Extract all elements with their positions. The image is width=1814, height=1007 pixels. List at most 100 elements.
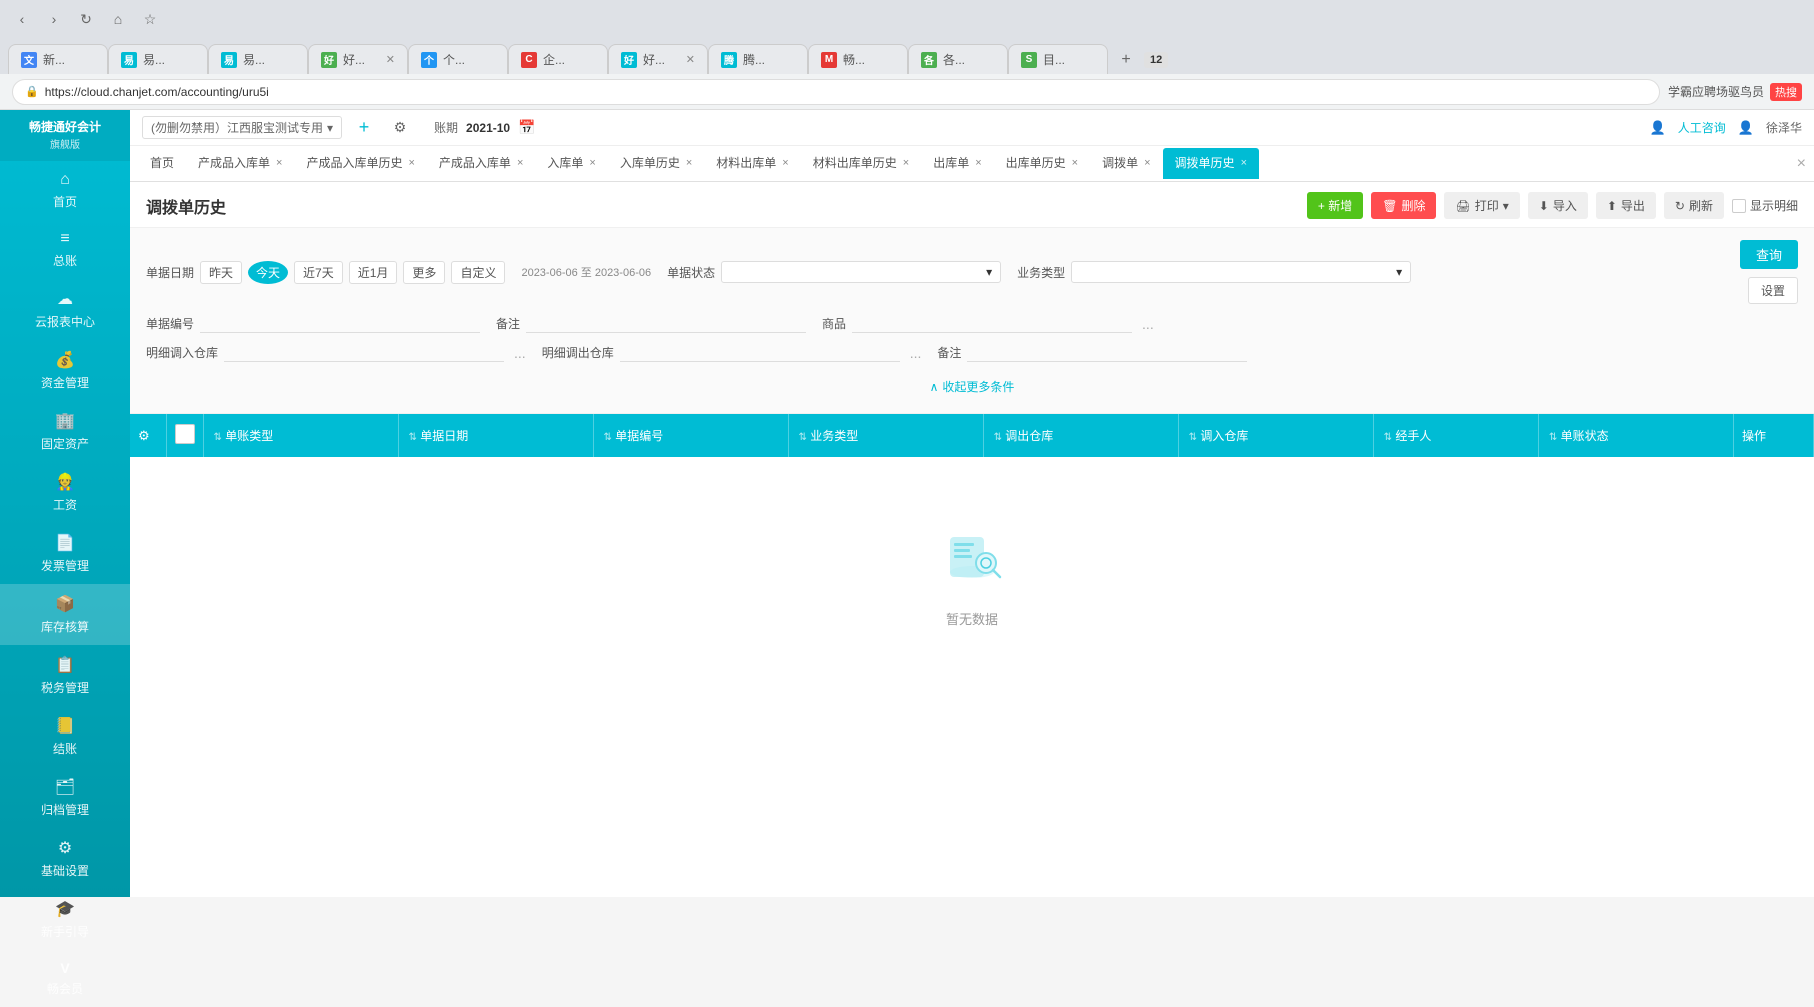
tab-close-product-in-hist[interactable]: × (408, 157, 414, 169)
goods-picker-button[interactable]: ... (1142, 316, 1154, 332)
sidebar-item-archive[interactable]: 🗂 归档管理 (0, 767, 130, 828)
tab-close-out[interactable]: × (975, 157, 981, 169)
sidebar-item-settings[interactable]: ⚙ 基础设置 (0, 828, 130, 889)
back-button[interactable]: ‹ (8, 5, 36, 33)
business-type-select[interactable]: ▾ (1071, 261, 1411, 283)
goods-input[interactable] (852, 314, 1132, 333)
page-tab-in[interactable]: 入库单 × (535, 148, 607, 179)
th-out-warehouse[interactable]: ⇅ 调出仓库 (983, 414, 1178, 457)
page-tab-transfer-hist[interactable]: 调拨单历史 × (1163, 148, 1259, 179)
th-in-warehouse[interactable]: ⇅ 调入仓库 (1178, 414, 1373, 457)
th-handler[interactable]: ⇅ 经手人 (1373, 414, 1538, 457)
select-all-checkbox[interactable] (175, 424, 195, 444)
status-select[interactable]: ▾ (721, 261, 1001, 283)
query-button[interactable]: 查询 (1740, 240, 1798, 269)
tab-close-product-in2[interactable]: × (517, 157, 523, 169)
sidebar-item-fund[interactable]: 💰 资金管理 (0, 340, 130, 401)
page-tab-product-in[interactable]: 产成品入库单 × (186, 148, 294, 179)
browser-tab-5[interactable]: 个 个... (408, 44, 508, 74)
date-btn-yesterday[interactable]: 昨天 (200, 261, 242, 284)
close-all-tabs-button[interactable]: × (1789, 155, 1814, 173)
th-doc-date[interactable]: ⇅ 单据日期 (398, 414, 593, 457)
calendar-icon[interactable]: 📅 (518, 119, 535, 136)
browser-tab-1[interactable]: 文 新... (8, 44, 108, 74)
filter-settings-button[interactable]: 设置 (1748, 277, 1798, 304)
reload-button[interactable]: ↻ (72, 5, 100, 33)
detail-in-input[interactable] (224, 343, 504, 362)
tab-close-mat-out[interactable]: × (782, 157, 788, 169)
tab-close-in[interactable]: × (589, 157, 595, 169)
tab-close-transfer[interactable]: × (1144, 157, 1150, 169)
help-label[interactable]: 人工咨询 (1678, 119, 1726, 136)
th-status[interactable]: ⇅ 单账状态 (1538, 414, 1733, 457)
browser-tab-2[interactable]: 易 易... (108, 44, 208, 74)
display-toggle[interactable]: 显示明细 (1732, 197, 1798, 214)
sidebar-item-cloud-report[interactable]: ☁ 云报表中心 (0, 279, 130, 340)
sidebar-item-close-books[interactable]: 📒 结账 (0, 706, 130, 767)
page-tab-out-hist[interactable]: 出库单历史 × (994, 148, 1090, 179)
tab-close-in-hist[interactable]: × (686, 157, 692, 169)
new-tab-button[interactable]: + (1112, 46, 1140, 74)
detail-in-picker-button[interactable]: ... (514, 345, 526, 361)
print-button[interactable]: 🖨 打印 ▾ (1444, 192, 1519, 219)
th-checkbox[interactable] (166, 414, 203, 457)
page-tab-out[interactable]: 出库单 × (921, 148, 993, 179)
browser-tab-10[interactable]: 各 各... (908, 44, 1008, 74)
tab-close-mat-out-hist[interactable]: × (903, 157, 909, 169)
tab-close-4[interactable]: ✕ (386, 53, 395, 66)
browser-tab-7[interactable]: 好 好... ✕ (608, 44, 708, 74)
page-tab-mat-out[interactable]: 材料出库单 × (704, 148, 800, 179)
detail-out-picker-button[interactable]: ... (910, 345, 922, 361)
detail-note-input[interactable] (967, 343, 1247, 362)
tab-close-out-hist[interactable]: × (1072, 157, 1078, 169)
home-button[interactable]: ⌂ (104, 5, 132, 33)
sidebar-item-inventory[interactable]: 📦 库存核算 (0, 584, 130, 645)
page-tab-home[interactable]: 首页 (138, 148, 186, 179)
sidebar-item-payroll[interactable]: 👷 工资 (0, 462, 130, 523)
new-button[interactable]: + 新增 (1307, 192, 1363, 219)
th-doc-number[interactable]: ⇅ 单据编号 (593, 414, 788, 457)
date-btn-custom[interactable]: 自定义 (451, 261, 505, 284)
th-business-type[interactable]: ⇅ 业务类型 (788, 414, 983, 457)
company-select[interactable]: (勿删勿禁用）江西服宝测试专用 ▾ (142, 116, 342, 139)
address-box[interactable]: 🔒 https://cloud.chanjet.com/accounting/u… (12, 79, 1660, 105)
refresh-button[interactable]: ↻ 刷新 (1664, 192, 1724, 219)
tab-close-product-in[interactable]: × (276, 157, 282, 169)
collapse-bar[interactable]: ∧ 收起更多条件 (146, 372, 1798, 401)
page-tab-in-hist[interactable]: 入库单历史 × (608, 148, 704, 179)
sidebar-item-fixed-assets[interactable]: 🏢 固定资产 (0, 401, 130, 462)
doc-number-input[interactable] (200, 314, 480, 333)
browser-tab-6[interactable]: C 企... (508, 44, 608, 74)
note-input[interactable] (526, 314, 806, 333)
browser-tab-8[interactable]: 腾 腾... (708, 44, 808, 74)
sidebar-item-ledger[interactable]: ≡ 总账 (0, 220, 130, 279)
forward-button[interactable]: › (40, 5, 68, 33)
add-company-button[interactable]: + (350, 114, 378, 142)
detail-out-input[interactable] (620, 343, 900, 362)
date-btn-1month[interactable]: 近1月 (349, 261, 398, 284)
sidebar-item-vip[interactable]: V 畅会员 (0, 950, 130, 1007)
sidebar-item-guide[interactable]: 🎓 新手引导 (0, 889, 130, 950)
page-tab-mat-out-hist[interactable]: 材料出库单历史 × (801, 148, 921, 179)
browser-tab-3[interactable]: 易 易... (208, 44, 308, 74)
import-button[interactable]: ⬇ 导入 (1528, 192, 1588, 219)
browser-tab-11[interactable]: S 目... (1008, 44, 1108, 74)
sidebar-item-tax[interactable]: 📋 税务管理 (0, 645, 130, 706)
date-btn-more[interactable]: 更多 (403, 261, 445, 284)
date-btn-7days[interactable]: 近7天 (294, 261, 343, 284)
page-tab-product-in-hist[interactable]: 产成品入库单历史 × (294, 148, 426, 179)
bookmark-button[interactable]: ☆ (136, 5, 164, 33)
toggle-checkbox[interactable] (1732, 199, 1746, 213)
th-doc-type[interactable]: ⇅ 单账类型 (203, 414, 398, 457)
date-btn-today[interactable]: 今天 (248, 261, 288, 284)
sidebar-item-invoice[interactable]: 📄 发票管理 (0, 523, 130, 584)
sidebar-item-home[interactable]: ⌂ 首页 (0, 161, 130, 220)
export-button[interactable]: ⬆ 导出 (1596, 192, 1656, 219)
tab-close-transfer-hist[interactable]: × (1241, 157, 1247, 169)
page-tab-transfer[interactable]: 调拨单 × (1090, 148, 1162, 179)
delete-button[interactable]: 🗑 删除 (1371, 192, 1436, 219)
sidebar-logo[interactable]: 畅捷通好会计 旗舰版 (0, 110, 130, 161)
browser-tab-9[interactable]: M 畅... (808, 44, 908, 74)
browser-tab-4[interactable]: 好 好... ✕ (308, 44, 408, 74)
th-gear[interactable]: ⚙ (130, 414, 166, 457)
